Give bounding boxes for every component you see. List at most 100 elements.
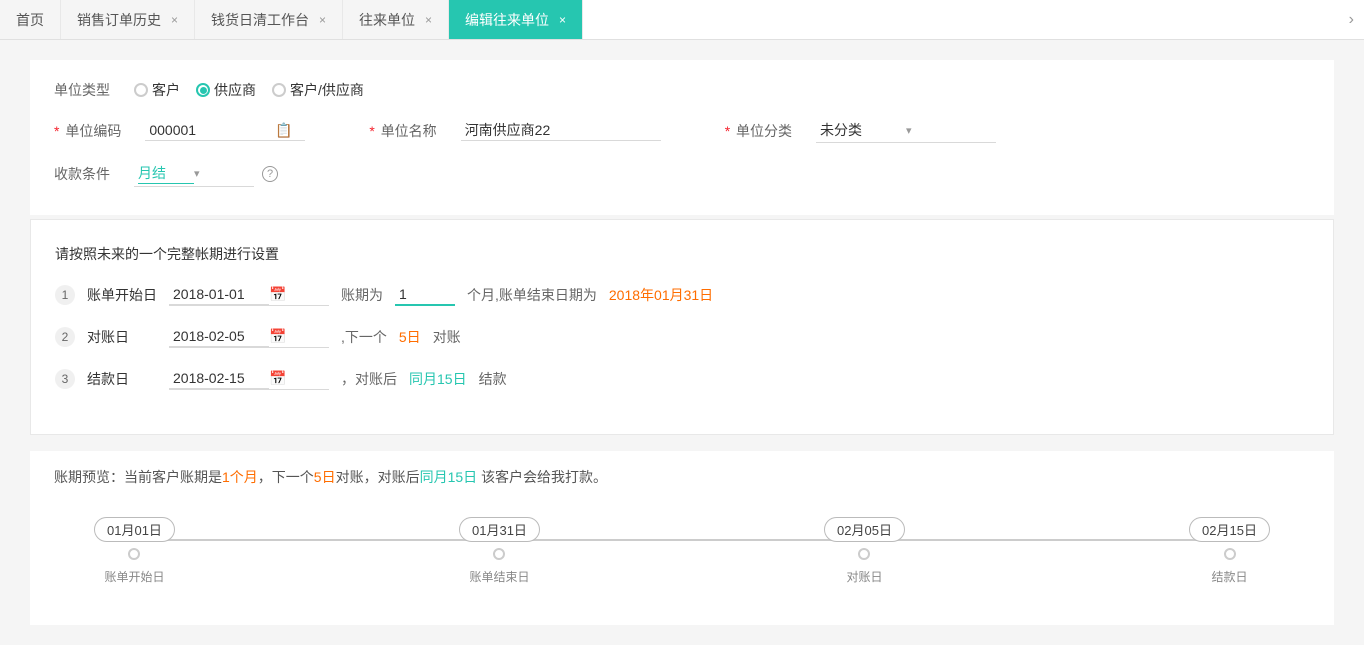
preview-middle2: 对账，对账后: [336, 469, 420, 485]
timeline-badge-4: 02月15日: [1189, 517, 1270, 542]
reconcile-date-input[interactable]: [169, 326, 269, 347]
radio-supplier-label: 供应商: [214, 80, 256, 100]
unit-name-input[interactable]: [461, 120, 661, 141]
reconcile-date-calendar-icon[interactable]: 📅: [269, 328, 286, 345]
setting-label-2: 对账日: [87, 327, 157, 347]
timeline: 01月01日 账单开始日 01月31日 账单结束日 02月05日 对账日 02月…: [54, 517, 1310, 585]
timeline-dot-1: [128, 548, 140, 560]
preview-prefix: 账期预览：当前客户账期是: [54, 469, 222, 485]
unit-name-label: * 单位名称: [369, 121, 436, 141]
timeline-badge-3: 02月05日: [824, 517, 905, 542]
timeline-label-1: 账单开始日: [104, 568, 164, 585]
payment-condition-help[interactable]: ?: [262, 166, 278, 182]
radio-supplier-circle: [196, 83, 210, 97]
tab-unit-exchange-close[interactable]: ×: [425, 13, 432, 27]
timeline-label-4: 结款日: [1212, 568, 1248, 585]
setting-row-2: 2 对账日 📅 ,下一个 5日 对账: [55, 326, 1309, 348]
payment-condition-value: 月结: [138, 163, 194, 184]
unit-fields-row: * 单位编码 📋 * 单位名称 * 单位分类 未分类 ▾: [54, 118, 1310, 143]
start-date-input[interactable]: [169, 284, 269, 305]
preview-payment: 同月15日: [420, 469, 478, 485]
tab-edit-unit-close[interactable]: ×: [559, 13, 566, 27]
tab-cash-work-close[interactable]: ×: [319, 13, 326, 27]
payment-suffix: 结款: [479, 369, 507, 389]
tab-cash-work[interactable]: 钱货日清工作台 ×: [195, 0, 343, 39]
radio-customer[interactable]: 客户: [134, 80, 180, 100]
unit-name-required: *: [369, 123, 374, 139]
settings-card: 请按照未来的一个完整帐期进行设置 1 账单开始日 📅 账期为 个月,账单结束日期…: [30, 219, 1334, 435]
tab-bar: 首页 销售订单历史 × 钱货日清工作台 × 往来单位 × 编辑往来单位 × ›: [0, 0, 1364, 40]
setting-row-3: 3 结款日 📅 ，对账后 同月15日 结款: [55, 368, 1309, 390]
payment-condition-label: 收款条件: [54, 164, 110, 184]
form-section: 单位类型 客户 供应商 客户/供应商 * 单位编码: [30, 60, 1334, 215]
reconcile-date-input-wrapper: 📅: [169, 326, 329, 348]
tab-cash-work-label: 钱货日清工作台: [211, 10, 309, 30]
radio-customer-circle: [134, 83, 148, 97]
payment-condition-row: 收款条件 月结 ▾ ?: [54, 161, 1310, 187]
period-input[interactable]: [395, 284, 455, 306]
settings-card-title: 请按照未来的一个完整帐期进行设置: [55, 244, 1309, 264]
row-num-2: 2: [55, 327, 75, 347]
timeline-dot-4: [1224, 548, 1236, 560]
period-prefix: 账期为: [341, 285, 383, 305]
timeline-point-2: 01月31日 账单结束日: [459, 517, 540, 585]
timeline-badge-2: 01月31日: [459, 517, 540, 542]
unit-category-value: 未分类: [820, 120, 906, 140]
preview-section: 账期预览：当前客户账期是1个月，下一个5日对账，对账后同月15日 该客户会给我打…: [30, 451, 1334, 625]
tab-sales-history-close[interactable]: ×: [171, 13, 178, 27]
main-content: 单位类型 客户 供应商 客户/供应商 * 单位编码: [0, 40, 1364, 645]
setting-label-1: 账单开始日: [87, 285, 157, 305]
period-end-date: 2018年01月31日: [609, 285, 713, 305]
timeline-point-1: 01月01日 账单开始日: [94, 517, 175, 585]
timeline-badge-1: 01月01日: [94, 517, 175, 542]
unit-category-select[interactable]: 未分类 ▾: [816, 118, 996, 143]
timeline-dot-3: [858, 548, 870, 560]
tab-home[interactable]: 首页: [0, 0, 61, 39]
payment-prefix: ，对账后: [341, 369, 397, 389]
unit-code-input[interactable]: [145, 120, 275, 140]
payment-highlight: 同月15日: [409, 369, 467, 389]
unit-code-input-wrapper: 📋: [145, 120, 305, 141]
tab-edit-unit[interactable]: 编辑往来单位 ×: [449, 0, 583, 39]
start-date-input-wrapper: 📅: [169, 284, 329, 306]
timeline-label-2: 账单结束日: [469, 568, 529, 585]
unit-category-arrow: ▾: [906, 124, 992, 137]
unit-code-label: * 单位编码: [54, 121, 121, 141]
radio-customer-label: 客户: [152, 80, 180, 100]
start-date-calendar-icon[interactable]: 📅: [269, 286, 286, 303]
unit-category-label: * 单位分类: [725, 121, 792, 141]
tab-sales-history[interactable]: 销售订单历史 ×: [61, 0, 195, 39]
tab-unit-exchange[interactable]: 往来单位 ×: [343, 0, 449, 39]
timeline-points: 01月01日 账单开始日 01月31日 账单结束日 02月05日 对账日 02月…: [94, 517, 1270, 585]
preview-reconcile: 5日: [314, 469, 336, 485]
payment-date-calendar-icon[interactable]: 📅: [269, 370, 286, 387]
unit-category-required: *: [725, 123, 730, 139]
row-num-3: 3: [55, 369, 75, 389]
tab-edit-unit-label: 编辑往来单位: [465, 10, 549, 30]
reconcile-prefix: ,下一个: [341, 327, 387, 347]
timeline-point-3: 02月05日 对账日: [824, 517, 905, 585]
payment-condition-select[interactable]: 月结 ▾: [134, 161, 254, 187]
reconcile-highlight: 5日: [399, 327, 421, 347]
payment-date-input[interactable]: [169, 368, 269, 389]
unit-code-required: *: [54, 123, 59, 139]
preview-suffix: 该客户会给我打款。: [481, 469, 607, 485]
preview-middle: ，下一个: [258, 469, 314, 485]
timeline-point-4: 02月15日 结款日: [1189, 517, 1270, 585]
reconcile-suffix: 对账: [433, 327, 461, 347]
setting-row-1: 1 账单开始日 📅 账期为 个月,账单结束日期为 2018年01月31日: [55, 284, 1309, 306]
radio-both-label: 客户/供应商: [290, 80, 364, 100]
tab-more-arrow[interactable]: ›: [1339, 0, 1364, 39]
timeline-label-3: 对账日: [846, 568, 882, 585]
unit-type-radio-group: 客户 供应商 客户/供应商: [134, 80, 364, 100]
unit-type-row: 单位类型 客户 供应商 客户/供应商: [54, 80, 1310, 100]
row-num-1: 1: [55, 285, 75, 305]
preview-text: 账期预览：当前客户账期是1个月，下一个5日对账，对账后同月15日 该客户会给我打…: [54, 467, 1310, 487]
period-suffix: 个月,账单结束日期为: [467, 285, 597, 305]
radio-both[interactable]: 客户/供应商: [272, 80, 364, 100]
unit-code-icon[interactable]: 📋: [275, 122, 292, 139]
radio-supplier[interactable]: 供应商: [196, 80, 256, 100]
unit-type-label: 单位类型: [54, 80, 110, 100]
tab-sales-history-label: 销售订单历史: [77, 10, 161, 30]
tab-home-label: 首页: [16, 10, 44, 30]
